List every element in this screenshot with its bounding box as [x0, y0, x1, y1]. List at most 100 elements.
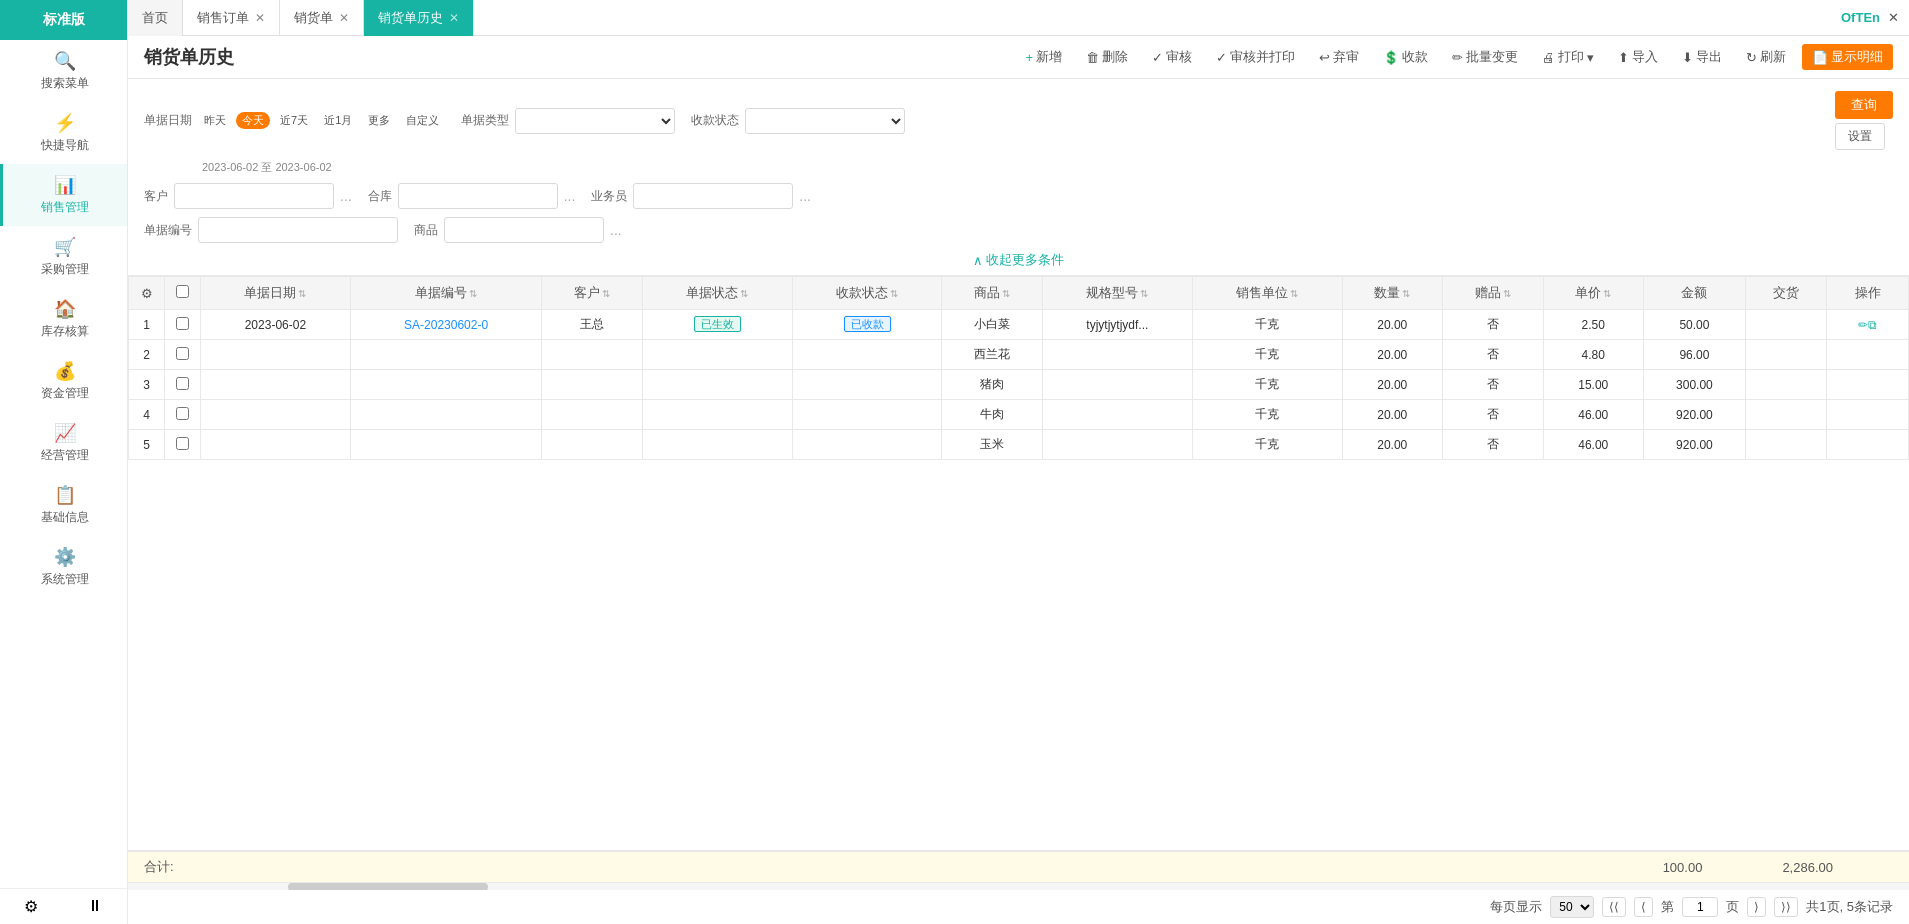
tab-sales-order[interactable]: 销售订单 ✕ — [183, 0, 280, 36]
query-button[interactable]: 查询 — [1835, 91, 1893, 119]
row-date: 2023-06-02 — [201, 310, 351, 340]
row-select-checkbox[interactable] — [176, 437, 189, 450]
copy-action-button[interactable]: ⧉ — [1868, 318, 1877, 332]
audit-print-button[interactable]: ✓ 审核并打印 — [1208, 44, 1303, 70]
sidebar-item-quick-nav[interactable]: ⚡ 快捷导航 — [0, 102, 127, 164]
date-chip-1month[interactable]: 近1月 — [318, 112, 358, 129]
print-button[interactable]: 🖨 打印 ▾ — [1534, 44, 1602, 70]
sort-gift-icon[interactable]: ⇅ — [1503, 288, 1511, 299]
sidebar-item-business-mgmt[interactable]: 📈 经营管理 — [0, 412, 127, 474]
doc-number-input[interactable] — [198, 217, 398, 243]
show-detail-button[interactable]: 📄 显示明细 — [1802, 44, 1893, 70]
sidebar-item-sales-mgmt[interactable]: 📊 销售管理 — [0, 164, 127, 226]
sort-customer-icon[interactable]: ⇅ — [602, 288, 610, 299]
edit-action-button[interactable]: ✏ — [1858, 318, 1868, 332]
row-date — [201, 370, 351, 400]
page-number-input[interactable] — [1682, 897, 1718, 917]
row-checkbox[interactable] — [165, 370, 201, 400]
sort-product-icon[interactable]: ⇅ — [1002, 288, 1010, 299]
tab-home[interactable]: 首页 — [128, 0, 183, 36]
sidebar-item-inventory[interactable]: 🏠 库存核算 — [0, 288, 127, 350]
date-chip-today[interactable]: 今天 — [236, 112, 270, 129]
row-number[interactable] — [350, 340, 542, 370]
warehouse-input[interactable] — [398, 183, 558, 209]
sidebar-bottom-settings[interactable]: ⚙ — [24, 897, 38, 916]
product-dots-icon[interactable]: ... — [610, 222, 622, 238]
per-page-select[interactable]: 50 — [1550, 896, 1594, 918]
customer-dots-icon[interactable]: ... — [340, 188, 352, 204]
collapse-button[interactable]: ∧ 收起更多条件 — [973, 251, 1064, 269]
row-checkbox[interactable] — [165, 430, 201, 460]
scrollbar-thumb[interactable] — [288, 883, 488, 890]
abandon-button[interactable]: ↩ 弃审 — [1311, 44, 1367, 70]
sort-status-icon[interactable]: ⇅ — [740, 288, 748, 299]
row-select-checkbox[interactable] — [176, 377, 189, 390]
sidebar-item-basic-info[interactable]: 📋 基础信息 — [0, 474, 127, 536]
checkbox-col-header[interactable] — [165, 277, 201, 310]
row-number[interactable] — [350, 400, 542, 430]
sort-payment-icon[interactable]: ⇅ — [890, 288, 898, 299]
sidebar-item-label: 采购管理 — [41, 261, 89, 278]
date-chip-yesterday[interactable]: 昨天 — [198, 112, 232, 129]
window-close-icon[interactable]: ✕ — [1888, 10, 1899, 25]
settings-col-header[interactable]: ⚙ — [129, 277, 165, 310]
sort-unit-icon[interactable]: ⇅ — [1290, 288, 1298, 299]
collect-button[interactable]: 💲 收款 — [1375, 44, 1436, 70]
row-number[interactable] — [350, 430, 542, 460]
sort-qty-icon[interactable]: ⇅ — [1402, 288, 1410, 299]
set-button[interactable]: 设置 — [1835, 123, 1885, 150]
date-chip-7days[interactable]: 近7天 — [274, 112, 314, 129]
warehouse-dots-icon[interactable]: ... — [564, 188, 576, 204]
sort-price-icon[interactable]: ⇅ — [1603, 288, 1611, 299]
close-tab-sales-order-icon[interactable]: ✕ — [255, 11, 265, 25]
refresh-button[interactable]: ↻ 刷新 — [1738, 44, 1794, 70]
col-price-label: 单价 — [1575, 284, 1601, 302]
sidebar-item-search-menu[interactable]: 🔍 搜索菜单 — [0, 40, 127, 102]
row-select-checkbox[interactable] — [176, 317, 189, 330]
sort-spec-icon[interactable]: ⇅ — [1140, 288, 1148, 299]
salesperson-dots-icon[interactable]: ... — [799, 188, 811, 204]
sidebar-bottom-collapse[interactable]: ⏸ — [87, 897, 103, 916]
first-page-button[interactable]: ⟨⟨ — [1602, 897, 1626, 917]
table-settings-icon[interactable]: ⚙ — [141, 286, 153, 301]
row-select-checkbox[interactable] — [176, 347, 189, 360]
prev-page-button[interactable]: ⟨ — [1634, 897, 1653, 917]
row-checkbox[interactable] — [165, 310, 201, 340]
tab-sales-delivery[interactable]: 销货单 ✕ — [280, 0, 364, 36]
doc-type-select[interactable] — [515, 108, 675, 134]
date-chip-custom[interactable]: 自定义 — [400, 112, 445, 129]
product-input[interactable] — [444, 217, 604, 243]
row-index: 5 — [129, 430, 165, 460]
select-all-checkbox[interactable] — [176, 285, 189, 298]
row-number[interactable]: SA-20230602-0 — [350, 310, 542, 340]
tab-sales-history[interactable]: 销货单历史 ✕ — [364, 0, 474, 36]
sort-number-icon[interactable]: ⇅ — [469, 288, 477, 299]
col-status-label: 单据状态 — [686, 284, 738, 302]
payment-status-select[interactable] — [745, 108, 905, 134]
sort-date-icon[interactable]: ⇅ — [298, 288, 306, 299]
row-select-checkbox[interactable] — [176, 407, 189, 420]
export-label: 导出 — [1696, 48, 1722, 66]
date-chip-more[interactable]: 更多 — [362, 112, 396, 129]
col-header-number: 单据编号 ⇅ — [350, 277, 542, 310]
import-button[interactable]: ⬆ 导入 — [1610, 44, 1666, 70]
row-checkbox[interactable] — [165, 400, 201, 430]
abandon-label: 弃审 — [1333, 48, 1359, 66]
sidebar-item-finance[interactable]: 💰 资金管理 — [0, 350, 127, 412]
next-page-button[interactable]: ⟩ — [1747, 897, 1766, 917]
scrollbar-area[interactable] — [128, 882, 1909, 890]
batch-change-button[interactable]: ✏ 批量变更 — [1444, 44, 1526, 70]
add-button[interactable]: + 新增 — [1017, 44, 1070, 70]
sidebar-item-purchase-mgmt[interactable]: 🛒 采购管理 — [0, 226, 127, 288]
sidebar-item-system-mgmt[interactable]: ⚙️ 系统管理 — [0, 536, 127, 598]
audit-button[interactable]: ✓ 审核 — [1144, 44, 1200, 70]
customer-input[interactable] — [174, 183, 334, 209]
delete-button[interactable]: 🗑 删除 — [1078, 44, 1136, 70]
close-tab-sales-delivery-icon[interactable]: ✕ — [339, 11, 349, 25]
close-tab-sales-history-icon[interactable]: ✕ — [449, 11, 459, 25]
row-checkbox[interactable] — [165, 340, 201, 370]
row-number[interactable] — [350, 370, 542, 400]
export-button[interactable]: ⬇ 导出 — [1674, 44, 1730, 70]
salesperson-input[interactable] — [633, 183, 793, 209]
last-page-button[interactable]: ⟩⟩ — [1774, 897, 1798, 917]
